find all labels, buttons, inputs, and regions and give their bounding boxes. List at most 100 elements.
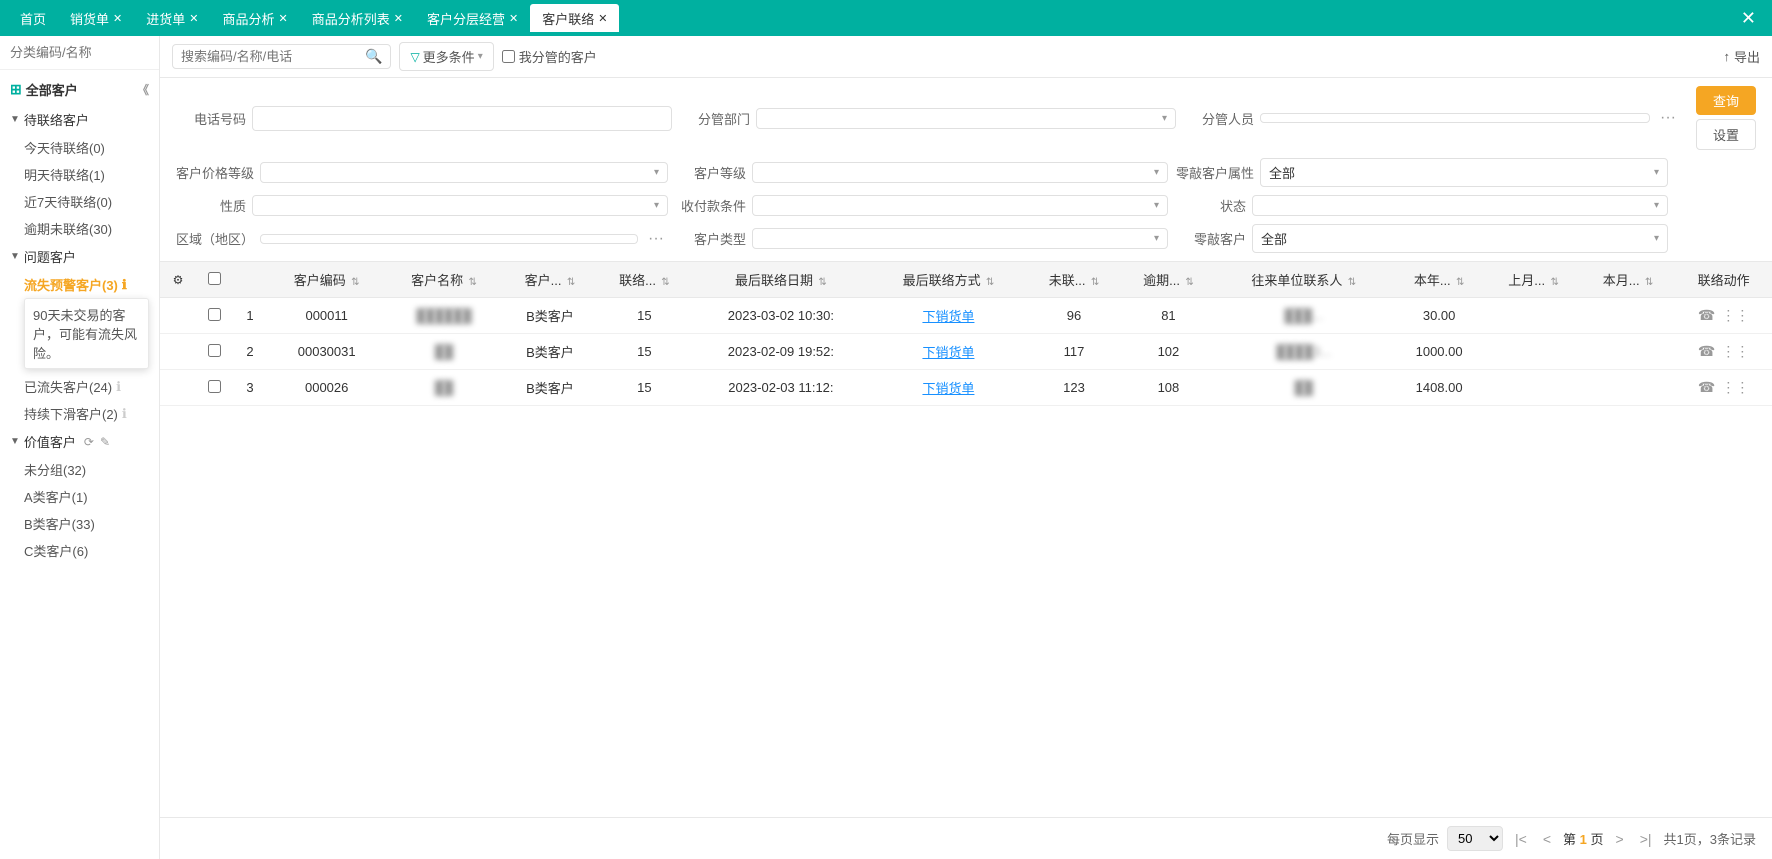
sidebar-collapse-icon[interactable]: 《 — [137, 81, 149, 98]
last-page-button[interactable]: >| — [1636, 829, 1656, 849]
refresh-icon[interactable]: ⟳ — [84, 435, 94, 449]
row-last-method-cell[interactable]: 下销货单 — [870, 334, 1027, 370]
close-customer-contact-icon[interactable]: ✕ — [598, 12, 607, 25]
col-name[interactable]: 客户名称 ⇅ — [385, 262, 502, 298]
col-this-year[interactable]: 本年... ⇅ — [1392, 262, 1486, 298]
row-name-cell: ██ — [385, 370, 502, 406]
select-all-checkbox[interactable] — [208, 272, 221, 285]
sidebar-group-pending[interactable]: ▼ 待联络客户 — [0, 105, 159, 134]
tab-home[interactable]: 首页 — [8, 4, 58, 32]
row-this-year-cell: 1000.00 — [1392, 334, 1486, 370]
row-checkbox-cell[interactable] — [196, 370, 232, 406]
col-checkbox[interactable] — [196, 262, 232, 298]
action-more-icon[interactable]: ⋮⋮ — [1721, 379, 1749, 396]
col-settings[interactable]: ⚙ — [160, 262, 196, 298]
sidebar-item-class-c[interactable]: C类客户(6) — [0, 537, 159, 564]
prev-page-button[interactable]: < — [1539, 829, 1555, 849]
close-purchase-icon[interactable]: ✕ — [189, 12, 198, 25]
action-contact-icon[interactable]: ☎ — [1698, 379, 1715, 396]
row-this-month-cell — [1581, 334, 1675, 370]
col-type[interactable]: 客户... ⇅ — [503, 262, 597, 298]
col-code[interactable]: 客户编码 ⇅ — [268, 262, 385, 298]
filter-level-select[interactable]: ▾ — [752, 162, 1168, 183]
first-page-button[interactable]: |< — [1511, 829, 1531, 849]
sidebar-item-overdue[interactable]: 逾期未联络(30) — [0, 215, 159, 242]
more-filters-button[interactable]: ▽ 更多条件 ▾ — [399, 42, 493, 71]
tab-analysis[interactable]: 商品分析 ✕ — [210, 4, 299, 32]
row-checkbox[interactable] — [208, 308, 221, 321]
action-contact-icon[interactable]: ☎ — [1698, 307, 1715, 324]
close-analysis-icon[interactable]: ✕ — [279, 12, 288, 25]
close-customer-tier-icon[interactable]: ✕ — [509, 12, 518, 25]
row-checkbox[interactable] — [208, 344, 221, 357]
sidebar-item-today[interactable]: 今天待联络(0) — [0, 134, 159, 161]
filter-phone-input[interactable] — [252, 106, 672, 131]
action-more-icon[interactable]: ⋮⋮ — [1721, 307, 1749, 324]
row-uncontacted-cell: 123 — [1027, 370, 1121, 406]
filter-manager-dots[interactable]: ··· — [1656, 109, 1680, 127]
sidebar-item-7days[interactable]: 近7天待联络(0) — [0, 188, 159, 215]
my-customers-checkbox[interactable] — [502, 50, 515, 63]
row-this-month-cell — [1581, 298, 1675, 334]
row-last-method-cell[interactable]: 下销货单 — [870, 298, 1027, 334]
sidebar-all-customers[interactable]: ⊞ 全部客户 《 — [0, 74, 159, 105]
row-checkbox[interactable] — [208, 380, 221, 393]
sidebar-item-tomorrow[interactable]: 明天待联络(1) — [0, 161, 159, 188]
sidebar-item-churn-warning[interactable]: 流失预警客户(3) ℹ — [0, 271, 159, 298]
action-more-icon[interactable]: ⋮⋮ — [1721, 343, 1749, 360]
filter-customer-type-select[interactable]: ▾ — [752, 228, 1168, 249]
row-checkbox-cell[interactable] — [196, 298, 232, 334]
sidebar-item-class-a[interactable]: A类客户(1) — [0, 483, 159, 510]
query-button[interactable]: 查询 — [1696, 86, 1756, 115]
filter-payment-select[interactable]: ▾ — [752, 195, 1168, 216]
per-page-select[interactable]: 50 100 — [1447, 826, 1503, 851]
filter-nature-select[interactable]: ▾ — [252, 195, 668, 216]
filter-area-select[interactable] — [260, 234, 638, 244]
sidebar-item-declining[interactable]: 持续下滑客户(2) ℹ — [0, 400, 159, 427]
filter-status-select[interactable]: ▾ — [1252, 195, 1668, 216]
total-records: 共1页，3条记录 — [1664, 829, 1756, 848]
export-button[interactable]: ↑ 导出 — [1723, 47, 1760, 66]
col-last-method[interactable]: 最后联络方式 ⇅ — [870, 262, 1027, 298]
col-uncontacted[interactable]: 未联... ⇅ — [1027, 262, 1121, 298]
col-last-month[interactable]: 上月... ⇅ — [1486, 262, 1580, 298]
filter-price-select[interactable]: ▾ — [260, 162, 668, 183]
my-customers-checkbox-label[interactable]: 我分管的客户 — [502, 47, 597, 66]
sidebar-group-problem[interactable]: ▼ 问题客户 — [0, 242, 159, 271]
sidebar-search-input[interactable] — [10, 45, 160, 60]
filter-dept: 分管部门 ▾ — [680, 108, 1176, 129]
next-page-button[interactable]: > — [1612, 829, 1628, 849]
col-contact-count[interactable]: 联络... ⇅ — [597, 262, 691, 298]
filter-zero-attr-select[interactable]: 全部 ▾ — [1260, 158, 1668, 187]
filter-zero-customer-select[interactable]: 全部 ▾ — [1252, 224, 1668, 253]
filter-dept-select[interactable]: ▾ — [756, 108, 1176, 129]
tab-analysis-list[interactable]: 商品分析列表 ✕ — [300, 4, 415, 32]
tab-sales[interactable]: 销货单 ✕ — [58, 4, 134, 32]
col-this-month[interactable]: 本月... ⇅ — [1581, 262, 1675, 298]
toolbar-search-input[interactable] — [181, 49, 361, 64]
sidebar-group-value[interactable]: ▼ 价值客户 ⟳ ✎ — [0, 427, 159, 456]
row-contact-count-cell: 15 — [597, 370, 691, 406]
sidebar-item-ungrouped[interactable]: 未分组(32) — [0, 456, 159, 483]
col-last-date[interactable]: 最后联络日期 ⇅ — [692, 262, 871, 298]
action-contact-icon[interactable]: ☎ — [1698, 343, 1715, 360]
sidebar-item-class-b[interactable]: B类客户(33) — [0, 510, 159, 537]
col-overdue[interactable]: 逾期... ⇅ — [1121, 262, 1215, 298]
edit-icon[interactable]: ✎ — [100, 435, 110, 449]
filter-manager-select[interactable] — [1260, 113, 1650, 123]
row-checkbox-cell[interactable] — [196, 334, 232, 370]
close-sales-icon[interactable]: ✕ — [113, 12, 122, 25]
tab-customer-contact[interactable]: 客户联络 ✕ — [530, 4, 619, 32]
settings-button[interactable]: 设置 — [1696, 119, 1756, 150]
tab-purchase[interactable]: 进货单 ✕ — [134, 4, 210, 32]
tab-customer-tier[interactable]: 客户分层经营 ✕ — [415, 4, 530, 32]
close-analysis-list-icon[interactable]: ✕ — [394, 12, 403, 25]
filter-area-dots[interactable]: ··· — [644, 230, 668, 248]
row-action-cell: ☎ ⋮⋮ — [1675, 370, 1772, 406]
sidebar-item-churned[interactable]: 已流失客户(24) ℹ — [0, 373, 159, 400]
col-unit-contact[interactable]: 往来单位联系人 ⇅ — [1216, 262, 1392, 298]
sort-contact-icon: ⇅ — [661, 277, 669, 288]
window-close-button[interactable]: ✕ — [1733, 8, 1764, 29]
toolbar-search-icon[interactable]: 🔍 — [365, 48, 382, 65]
row-last-method-cell[interactable]: 下销货单 — [870, 370, 1027, 406]
